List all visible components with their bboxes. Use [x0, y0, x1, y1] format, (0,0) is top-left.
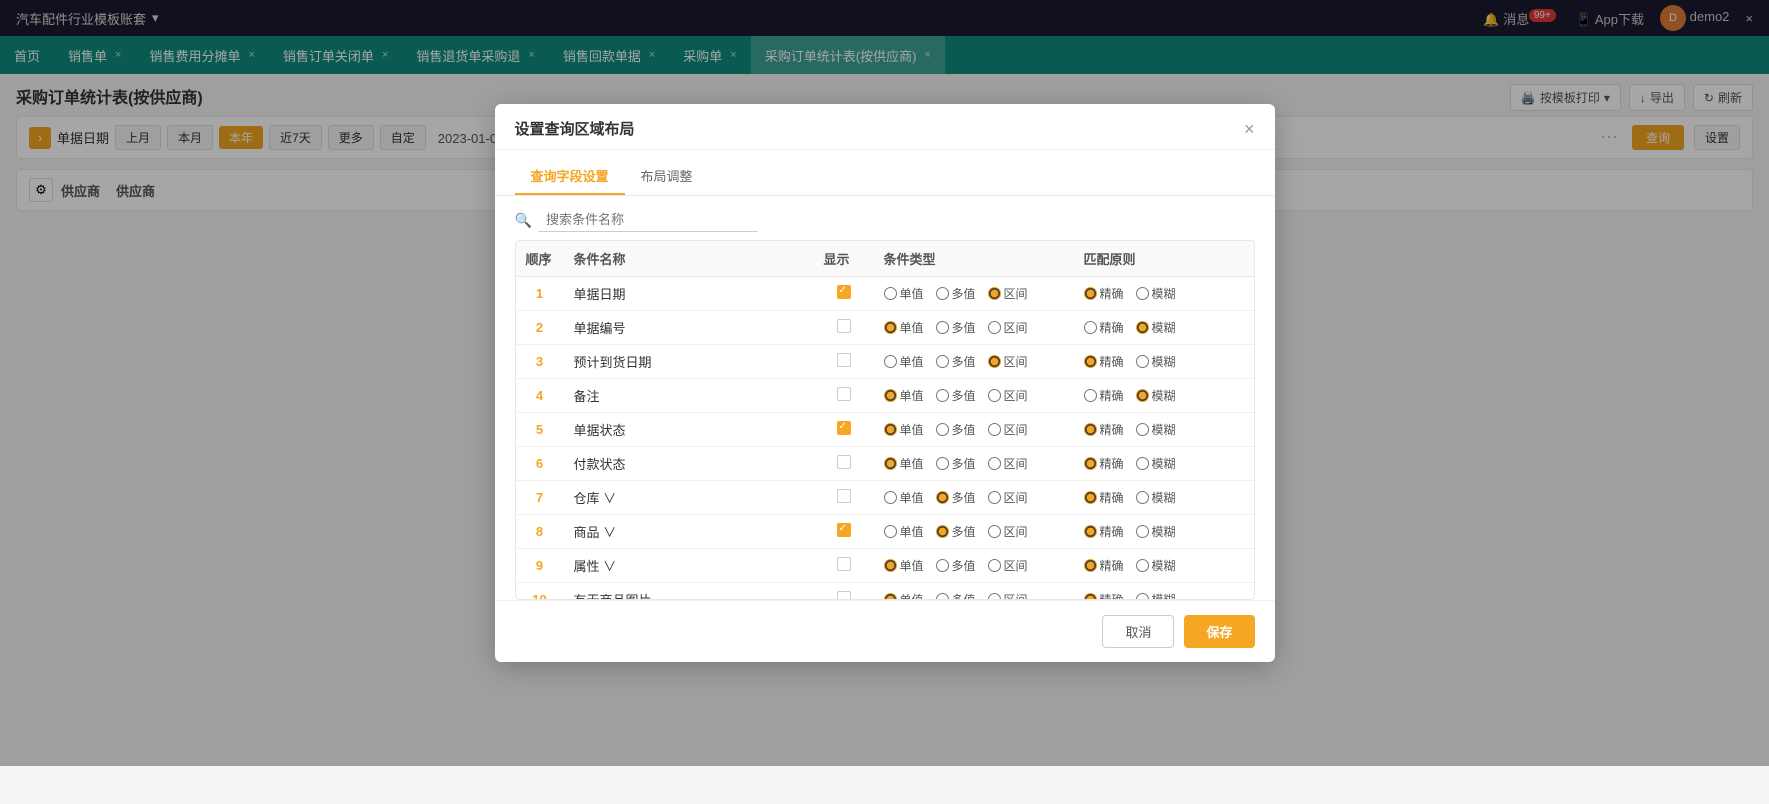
row-seq: 9 — [516, 549, 564, 583]
table-row: 2单据编号 单值多值区间精确模糊 — [516, 311, 1254, 345]
row-type: 单值多值区间 — [874, 583, 1074, 601]
row-type: 单值多值区间 — [874, 277, 1074, 311]
row-seq: 6 — [516, 447, 564, 481]
th-match: 匹配原则 — [1074, 241, 1254, 277]
row-seq: 1 — [516, 277, 564, 311]
th-name: 条件名称 — [564, 241, 814, 277]
table-row: 7仓库 ∨ 单值多值区间精确模糊 — [516, 481, 1254, 515]
row-seq: 8 — [516, 515, 564, 549]
row-match: 精确模糊 — [1074, 345, 1254, 379]
row-seq: 10 — [516, 583, 564, 601]
row-match: 精确模糊 — [1074, 515, 1254, 549]
display-checkbox[interactable] — [837, 489, 851, 503]
display-checkbox[interactable] — [837, 523, 851, 537]
save-btn[interactable]: 保存 — [1184, 615, 1254, 648]
row-display[interactable] — [814, 583, 874, 601]
display-checkbox[interactable] — [837, 319, 851, 333]
row-name: 备注 — [564, 379, 814, 413]
table-row: 8商品 ∨ 单值多值区间精确模糊 — [516, 515, 1254, 549]
row-type: 单值多值区间 — [874, 345, 1074, 379]
table-row: 6付款状态 单值多值区间精确模糊 — [516, 447, 1254, 481]
display-checkbox[interactable] — [837, 591, 851, 600]
modal: 设置查询区域布局 × 查询字段设置 布局调整 🔍 顺序 — [495, 104, 1275, 662]
display-checkbox[interactable] — [837, 455, 851, 469]
row-display[interactable] — [814, 345, 874, 379]
display-checkbox[interactable] — [837, 285, 851, 299]
row-type: 单值多值区间 — [874, 515, 1074, 549]
row-seq: 4 — [516, 379, 564, 413]
row-display[interactable] — [814, 447, 874, 481]
row-name: 付款状态 — [564, 447, 814, 481]
th-display: 显示 — [814, 241, 874, 277]
row-type: 单值多值区间 — [874, 481, 1074, 515]
row-match: 精确模糊 — [1074, 311, 1254, 345]
row-display[interactable] — [814, 311, 874, 345]
table-row: 9属性 ∨ 单值多值区间精确模糊 — [516, 549, 1254, 583]
table-row: 5单据状态 单值多值区间精确模糊 — [516, 413, 1254, 447]
row-match: 精确模糊 — [1074, 277, 1254, 311]
row-seq: 7 — [516, 481, 564, 515]
row-seq: 2 — [516, 311, 564, 345]
row-name: 仓库 ∨ — [564, 481, 814, 515]
row-seq: 3 — [516, 345, 564, 379]
row-match: 精确模糊 — [1074, 481, 1254, 515]
row-match: 精确模糊 — [1074, 583, 1254, 601]
modal-close-btn[interactable]: × — [1244, 120, 1255, 138]
row-type: 单值多值区间 — [874, 379, 1074, 413]
row-name: 单据编号 — [564, 311, 814, 345]
th-seq: 顺序 — [516, 241, 564, 277]
row-name: 属性 ∨ — [564, 549, 814, 583]
display-checkbox[interactable] — [837, 557, 851, 571]
row-display[interactable] — [814, 515, 874, 549]
modal-table: 顺序 条件名称 显示 条件类型 匹配原则 — [515, 240, 1255, 600]
table-row: 4备注 单值多值区间精确模糊 — [516, 379, 1254, 413]
modal-tabs: 查询字段设置 布局调整 — [495, 150, 1275, 196]
row-name: 商品 ∨ — [564, 515, 814, 549]
row-seq: 5 — [516, 413, 564, 447]
th-type: 条件类型 — [874, 241, 1074, 277]
table-row: 10有无商品图片 单值多值区间精确模糊 — [516, 583, 1254, 601]
table-row: 1单据日期 单值多值区间精确模糊 — [516, 277, 1254, 311]
row-name: 有无商品图片 — [564, 583, 814, 601]
row-display[interactable] — [814, 413, 874, 447]
row-type: 单值多值区间 — [874, 311, 1074, 345]
row-match: 精确模糊 — [1074, 413, 1254, 447]
display-checkbox[interactable] — [837, 387, 851, 401]
modal-title: 设置查询区域布局 — [515, 118, 635, 139]
row-type: 单值多值区间 — [874, 447, 1074, 481]
row-display[interactable] — [814, 481, 874, 515]
modal-header: 设置查询区域布局 × — [495, 104, 1275, 150]
row-name: 单据日期 — [564, 277, 814, 311]
row-display[interactable] — [814, 277, 874, 311]
modal-footer: 取消 保存 — [495, 600, 1275, 662]
table-row: 3预计到货日期 单值多值区间精确模糊 — [516, 345, 1254, 379]
modal-tab-layout[interactable]: 布局调整 — [625, 160, 709, 195]
modal-tab-fields[interactable]: 查询字段设置 — [515, 160, 625, 195]
row-type: 单值多值区间 — [874, 413, 1074, 447]
modal-overlay: 设置查询区域布局 × 查询字段设置 布局调整 🔍 顺序 — [0, 0, 1769, 766]
modal-search-input[interactable] — [538, 208, 758, 232]
cancel-btn[interactable]: 取消 — [1102, 615, 1174, 648]
row-match: 精确模糊 — [1074, 447, 1254, 481]
display-checkbox[interactable] — [837, 353, 851, 367]
row-display[interactable] — [814, 379, 874, 413]
row-type: 单值多值区间 — [874, 549, 1074, 583]
row-name: 单据状态 — [564, 413, 814, 447]
row-name: 预计到货日期 — [564, 345, 814, 379]
row-match: 精确模糊 — [1074, 549, 1254, 583]
row-display[interactable] — [814, 549, 874, 583]
modal-search-row: 🔍 — [495, 196, 1275, 240]
row-match: 精确模糊 — [1074, 379, 1254, 413]
display-checkbox[interactable] — [837, 421, 851, 435]
search-icon: 🔍 — [515, 212, 532, 229]
